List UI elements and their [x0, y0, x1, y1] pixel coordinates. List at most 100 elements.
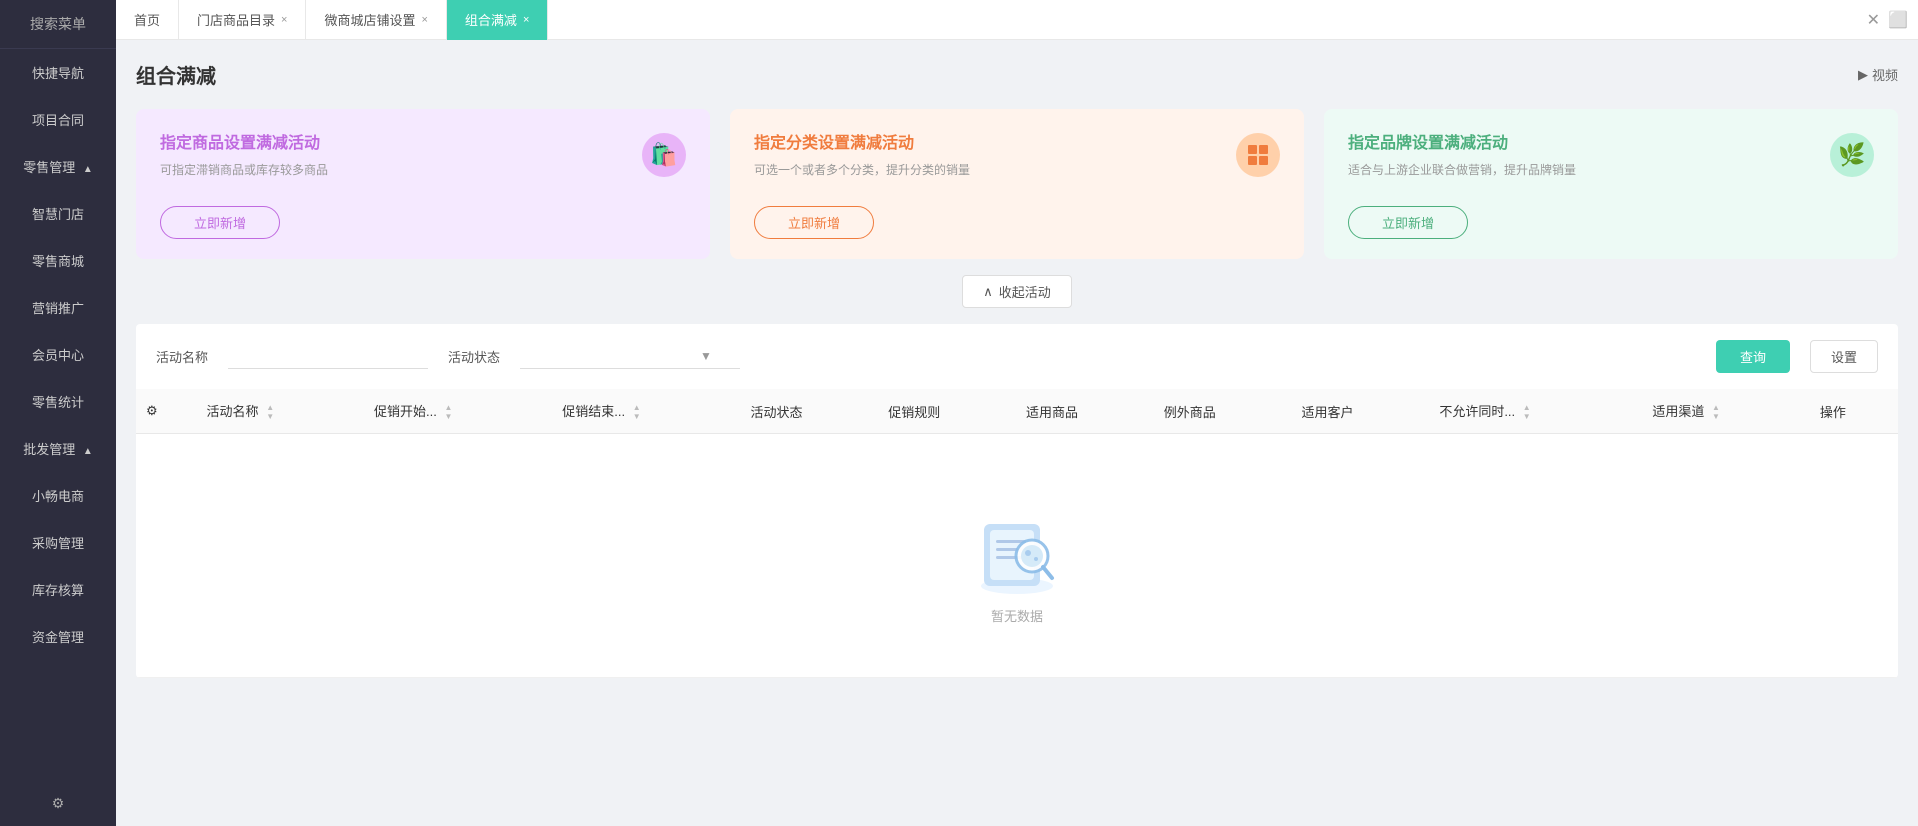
tab-store-catalog-close[interactable]: ×	[281, 14, 287, 26]
sidebar-item-purchase-mgmt[interactable]: 采购管理	[0, 519, 116, 566]
col-settings[interactable]: ⚙	[136, 389, 197, 434]
sidebar-item-marketing[interactable]: 营销推广	[0, 284, 116, 331]
col-applicable-customer-label: 适用客户	[1302, 405, 1354, 420]
sidebar-settings-btn[interactable]: ⚙	[0, 781, 116, 826]
collapse-btn[interactable]: ∧ 收起活动	[962, 275, 1072, 308]
expand-arrow-icon: ▲	[83, 164, 93, 175]
activity-table: ⚙ 活动名称 ▲▼ 促销开始... ▲▼ 促销结束... ▲▼	[136, 389, 1898, 678]
tab-wechat-store[interactable]: 微商城店铺设置 ×	[306, 0, 446, 40]
tab-wechat-store-label: 微商城店铺设置	[324, 10, 415, 29]
col-promo-end-label: 促销结束...	[562, 404, 625, 419]
table-header-row: ⚙ 活动名称 ▲▼ 促销开始... ▲▼ 促销结束... ▲▼	[136, 389, 1898, 434]
sort-icon: ▲▼	[445, 404, 453, 421]
expand-arrow-icon: ▲	[83, 446, 93, 457]
category-discount-card: 指定分类设置满减活动 可选一个或者多个分类，提升分类的销量 立即新增	[730, 109, 1304, 259]
col-operation: 操作	[1810, 389, 1898, 434]
col-promo-end[interactable]: 促销结束... ▲▼	[552, 389, 740, 434]
col-applicable-customer: 适用客户	[1292, 389, 1430, 434]
video-link[interactable]: ▶ 视频	[1858, 65, 1898, 84]
col-activity-status: 活动状态	[740, 389, 878, 434]
settings-col-icon: ⚙	[146, 403, 158, 418]
sort-icon: ▲▼	[266, 404, 274, 421]
col-promo-rule-label: 促销规则	[888, 405, 940, 420]
content-area: 组合满减 ▶ 视频 指定商品设置满减活动 可指定滞销商品或库存较多商品 🛍️ 立…	[116, 40, 1918, 826]
activity-name-label: 活动名称	[156, 347, 208, 366]
col-applicable-goods-label: 适用商品	[1026, 405, 1078, 420]
product-card-add-btn[interactable]: 立即新增	[160, 206, 280, 239]
play-icon: ▶	[1858, 67, 1868, 83]
sidebar: 搜索菜单 快捷导航 项目合同 零售管理 ▲ 智慧门店 零售商城 营销推广 会员中…	[0, 0, 116, 826]
category-card-desc: 可选一个或者多个分类，提升分类的销量	[754, 161, 1280, 179]
sidebar-item-retail-mall[interactable]: 零售商城	[0, 237, 116, 284]
empty-cell: 暂无数据	[136, 434, 1898, 678]
category-card-add-btn[interactable]: 立即新增	[754, 206, 874, 239]
product-card-desc: 可指定滞销商品或库存较多商品	[160, 161, 686, 179]
tab-store-catalog-label: 门店商品目录	[197, 10, 275, 29]
window-btns: ✕ ⬜	[1857, 10, 1918, 30]
tab-combo-discount-label: 组合满减	[465, 10, 517, 29]
sort-icon: ▲▼	[1712, 404, 1720, 421]
col-exception-goods-label: 例外商品	[1164, 405, 1216, 420]
sidebar-item-label: 批发管理	[23, 442, 75, 457]
close-window-icon[interactable]: ✕	[1867, 10, 1880, 30]
col-not-allow-concurrent[interactable]: 不允许同时... ▲▼	[1429, 389, 1642, 434]
sidebar-item-wholesale-mgmt[interactable]: 批发管理 ▲	[0, 425, 116, 472]
sidebar-item-inventory-calc[interactable]: 库存核算	[0, 566, 116, 613]
empty-illustration	[962, 506, 1072, 596]
product-discount-card: 指定商品设置满减活动 可指定滞销商品或库存较多商品 🛍️ 立即新增	[136, 109, 710, 259]
page-title: 组合满减	[136, 60, 216, 89]
col-operation-label: 操作	[1820, 405, 1846, 420]
sidebar-item-retail-mgmt[interactable]: 零售管理 ▲	[0, 143, 116, 190]
brand-card-title: 指定品牌设置满减活动	[1348, 129, 1874, 153]
sidebar-item-label: 零售管理	[23, 160, 75, 175]
col-applicable-goods: 适用商品	[1016, 389, 1154, 434]
col-applicable-channel[interactable]: 适用渠道 ▲▼	[1642, 389, 1810, 434]
table-wrap: ⚙ 活动名称 ▲▼ 促销开始... ▲▼ 促销结束... ▲▼	[136, 389, 1898, 678]
sidebar-item-xiaochang-ec[interactable]: 小畅电商	[0, 472, 116, 519]
tab-home-label: 首页	[134, 10, 160, 29]
main-area: 首页 门店商品目录 × 微商城店铺设置 × 组合满减 × ✕ ⬜ 组合满减 ▶ …	[116, 0, 1918, 826]
sidebar-item-member-center[interactable]: 会员中心	[0, 331, 116, 378]
tab-combo-discount-close[interactable]: ×	[523, 14, 529, 26]
tab-home[interactable]: 首页	[116, 0, 179, 40]
sidebar-search[interactable]: 搜索菜单	[0, 0, 116, 49]
col-promo-start[interactable]: 促销开始... ▲▼	[364, 389, 552, 434]
category-card-title: 指定分类设置满减活动	[754, 129, 1280, 153]
sidebar-item-fund-mgmt[interactable]: 资金管理	[0, 613, 116, 660]
tab-wechat-store-close[interactable]: ×	[421, 14, 427, 26]
activity-status-label: 活动状态	[448, 347, 500, 366]
col-not-allow-label: 不允许同时...	[1439, 404, 1515, 419]
brand-card-desc: 适合与上游企业联合做营销，提升品牌销量	[1348, 161, 1874, 179]
query-btn[interactable]: 查询	[1716, 340, 1790, 373]
col-applicable-channel-label: 适用渠道	[1652, 404, 1704, 419]
product-card-icon: 🛍️	[642, 133, 686, 177]
collapse-bar: ∧ 收起活动	[136, 275, 1898, 308]
brand-card-add-btn[interactable]: 立即新增	[1348, 206, 1468, 239]
empty-state: 暂无数据	[146, 446, 1888, 665]
col-promo-rule: 促销规则	[878, 389, 1016, 434]
empty-text: 暂无数据	[146, 606, 1888, 625]
setting-btn[interactable]: 设置	[1810, 340, 1878, 373]
tab-store-catalog[interactable]: 门店商品目录 ×	[179, 0, 306, 40]
collapse-label: 收起活动	[999, 282, 1051, 301]
category-card-icon	[1236, 133, 1280, 177]
video-label: 视频	[1872, 65, 1898, 84]
col-activity-name[interactable]: 活动名称 ▲▼	[197, 389, 365, 434]
dropdown-icon[interactable]: ▼	[700, 349, 712, 363]
activity-name-input[interactable]	[228, 345, 428, 369]
sidebar-item-smart-store[interactable]: 智慧门店	[0, 190, 116, 237]
tab-combo-discount[interactable]: 组合满减 ×	[447, 0, 548, 40]
sidebar-item-project-contract[interactable]: 项目合同	[0, 96, 116, 143]
sidebar-item-retail-stats[interactable]: 零售统计	[0, 378, 116, 425]
brand-discount-card: 指定品牌设置满减活动 适合与上游企业联合做营销，提升品牌销量 🌿 立即新增	[1324, 109, 1898, 259]
col-promo-start-label: 促销开始...	[374, 404, 437, 419]
maximize-window-icon[interactable]: ⬜	[1888, 10, 1908, 30]
brand-card-icon: 🌿	[1830, 133, 1874, 177]
page-header: 组合满减 ▶ 视频	[136, 60, 1898, 89]
sort-icon: ▲▼	[1523, 404, 1531, 421]
col-activity-status-label: 活动状态	[750, 405, 802, 420]
sidebar-item-quick-nav[interactable]: 快捷导航	[0, 49, 116, 96]
col-exception-goods: 例外商品	[1154, 389, 1292, 434]
activity-status-input[interactable]	[520, 345, 700, 368]
activity-status-select-wrap: ▼	[520, 345, 740, 369]
